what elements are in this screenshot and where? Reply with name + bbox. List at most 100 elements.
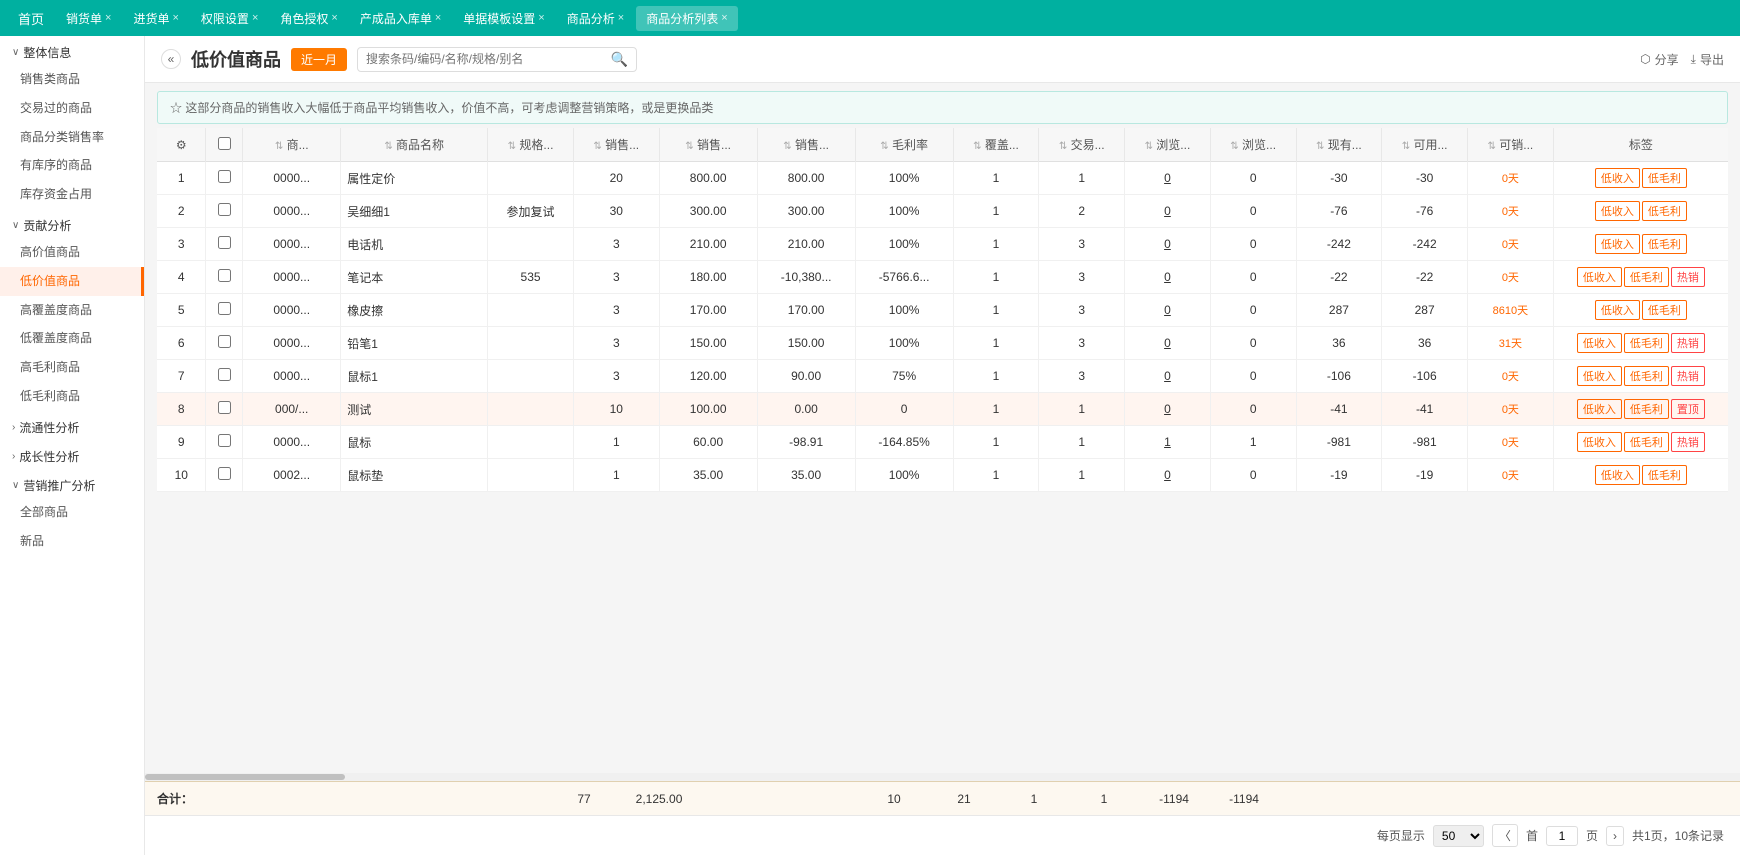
col-spec[interactable]: ⇅ 规格... <box>488 128 574 162</box>
sidebar-item-sales-goods[interactable]: 销售类商品 <box>0 65 144 94</box>
col-stock-sell[interactable]: ⇅ 可销... <box>1468 128 1554 162</box>
row-checkbox[interactable] <box>218 203 231 216</box>
horizontal-scrollbar[interactable] <box>145 773 1740 781</box>
nav-close-permission[interactable]: × <box>252 12 258 24</box>
cell-view1[interactable]: 0 <box>1125 459 1211 492</box>
cell-check[interactable] <box>206 294 243 327</box>
nav-home[interactable]: 首页 <box>8 5 54 32</box>
nav-goods-list[interactable]: 商品分析列表 × <box>636 6 737 31</box>
sidebar-item-stock-capital[interactable]: 库存资金占用 <box>0 180 144 209</box>
sidebar-item-low-margin[interactable]: 低毛利商品 <box>0 382 144 411</box>
sidebar-item-high-coverage[interactable]: 高覆盖度商品 <box>0 296 144 325</box>
col-coverage[interactable]: ⇅ 覆盖... <box>953 128 1039 162</box>
nav-role[interactable]: 角色授权 × <box>270 6 347 31</box>
cell-view1[interactable]: 0 <box>1125 327 1211 360</box>
share-btn[interactable]: ⬡ 分享 <box>1640 51 1679 68</box>
nav-close-purchase[interactable]: × <box>172 12 178 24</box>
nav-goods-analysis[interactable]: 商品分析 × <box>557 6 634 31</box>
search-icon[interactable]: 🔍 <box>611 51 628 68</box>
cell-check[interactable] <box>206 327 243 360</box>
browse-count-link[interactable]: 0 <box>1164 468 1171 482</box>
col-margin[interactable]: ⇅ 毛利率 <box>855 128 953 162</box>
export-btn[interactable]: ⤓ 导出 <box>1691 51 1724 68</box>
browse-count-link[interactable]: 0 <box>1164 336 1171 350</box>
sidebar-section-overview[interactable]: ∨ 整体信息 <box>0 36 144 65</box>
row-checkbox[interactable] <box>218 269 231 282</box>
cell-check[interactable] <box>206 459 243 492</box>
browse-count-link[interactable]: 1 <box>1164 435 1171 449</box>
sidebar-item-high-margin[interactable]: 高毛利商品 <box>0 353 144 382</box>
page-size-select[interactable]: 50 100 200 <box>1433 825 1484 847</box>
sidebar-item-stock-goods[interactable]: 有库序的商品 <box>0 151 144 180</box>
browse-count-link[interactable]: 0 <box>1164 270 1171 284</box>
row-checkbox[interactable] <box>218 434 231 447</box>
nav-purchase[interactable]: 进货单 × <box>123 6 188 31</box>
col-stock-avail[interactable]: ⇅ 可用... <box>1382 128 1468 162</box>
nav-sales[interactable]: 销货单 × <box>56 6 121 31</box>
cell-view1[interactable]: 0 <box>1125 228 1211 261</box>
filter-btn[interactable]: 近一月 <box>291 48 347 71</box>
cell-check[interactable] <box>206 393 243 426</box>
next-page-btn[interactable]: › <box>1606 826 1624 846</box>
nav-close-goods-analysis[interactable]: × <box>618 12 624 24</box>
col-settings[interactable]: ⚙ <box>157 128 206 162</box>
cell-check[interactable] <box>206 195 243 228</box>
sidebar-item-all-goods[interactable]: 全部商品 <box>0 498 144 527</box>
col-sale1[interactable]: ⇅ 销售... <box>573 128 659 162</box>
row-checkbox[interactable] <box>218 302 231 315</box>
col-sale3[interactable]: ⇅ 销售... <box>757 128 855 162</box>
cell-check[interactable] <box>206 162 243 195</box>
row-checkbox[interactable] <box>218 401 231 414</box>
page-input[interactable] <box>1546 826 1578 846</box>
row-checkbox[interactable] <box>218 335 231 348</box>
col-view2[interactable]: ⇅ 浏览... <box>1210 128 1296 162</box>
cell-view1[interactable]: 0 <box>1125 360 1211 393</box>
col-code[interactable]: ⇅ 商... <box>243 128 341 162</box>
select-all-checkbox[interactable] <box>218 137 231 150</box>
sidebar-item-category-rate[interactable]: 商品分类销售率 <box>0 123 144 152</box>
nav-permission[interactable]: 权限设置 × <box>191 6 268 31</box>
sidebar-section-growth[interactable]: › 成长性分析 <box>0 440 144 469</box>
sidebar-item-high-value[interactable]: 高价值商品 <box>0 238 144 267</box>
nav-product-in[interactable]: 产成品入库单 × <box>350 6 451 31</box>
cell-check[interactable] <box>206 228 243 261</box>
col-name[interactable]: ⇅ 商品名称 <box>341 128 488 162</box>
row-checkbox[interactable] <box>218 170 231 183</box>
nav-close-goods-list[interactable]: × <box>721 12 727 24</box>
first-page-btn[interactable]: 〈 <box>1492 824 1518 847</box>
cell-check[interactable] <box>206 360 243 393</box>
cell-view1[interactable]: 0 <box>1125 162 1211 195</box>
nav-close-sales[interactable]: × <box>105 12 111 24</box>
sidebar-item-low-coverage[interactable]: 低覆盖度商品 <box>0 324 144 353</box>
browse-count-link[interactable]: 0 <box>1164 369 1171 383</box>
col-checkbox[interactable] <box>206 128 243 162</box>
sidebar-item-low-value[interactable]: 低价值商品 <box>0 267 144 296</box>
browse-count-link[interactable]: 0 <box>1164 204 1171 218</box>
sidebar-section-circulation[interactable]: › 流通性分析 <box>0 411 144 440</box>
sidebar-section-contribution[interactable]: ∨ 贡献分析 <box>0 209 144 238</box>
nav-close-template[interactable]: × <box>538 12 544 24</box>
sidebar-collapse-btn[interactable]: « <box>161 49 181 69</box>
browse-count-link[interactable]: 0 <box>1164 402 1171 416</box>
cell-view1[interactable]: 0 <box>1125 393 1211 426</box>
col-view1[interactable]: ⇅ 浏览... <box>1125 128 1211 162</box>
search-input[interactable] <box>366 52 607 66</box>
nav-template[interactable]: 单据模板设置 × <box>453 6 554 31</box>
sidebar-item-new-goods[interactable]: 新品 <box>0 527 144 556</box>
col-stock-current[interactable]: ⇅ 现有... <box>1296 128 1382 162</box>
sidebar-item-traded-goods[interactable]: 交易过的商品 <box>0 94 144 123</box>
nav-close-product-in[interactable]: × <box>435 12 441 24</box>
sidebar-section-marketing[interactable]: ∨ 营销推广分析 <box>0 469 144 498</box>
col-trade[interactable]: ⇅ 交易... <box>1039 128 1125 162</box>
table-container[interactable]: ⚙ ⇅ 商... ⇅ 商品名称 ⇅ 规格... ⇅ 销售... ⇅ 销售... … <box>145 128 1740 773</box>
nav-close-role[interactable]: × <box>331 12 337 24</box>
browse-count-link[interactable]: 0 <box>1164 171 1171 185</box>
cell-check[interactable] <box>206 261 243 294</box>
browse-count-link[interactable]: 0 <box>1164 237 1171 251</box>
row-checkbox[interactable] <box>218 467 231 480</box>
cell-view1[interactable]: 0 <box>1125 294 1211 327</box>
row-checkbox[interactable] <box>218 236 231 249</box>
row-checkbox[interactable] <box>218 368 231 381</box>
cell-check[interactable] <box>206 426 243 459</box>
cell-view1[interactable]: 1 <box>1125 426 1211 459</box>
